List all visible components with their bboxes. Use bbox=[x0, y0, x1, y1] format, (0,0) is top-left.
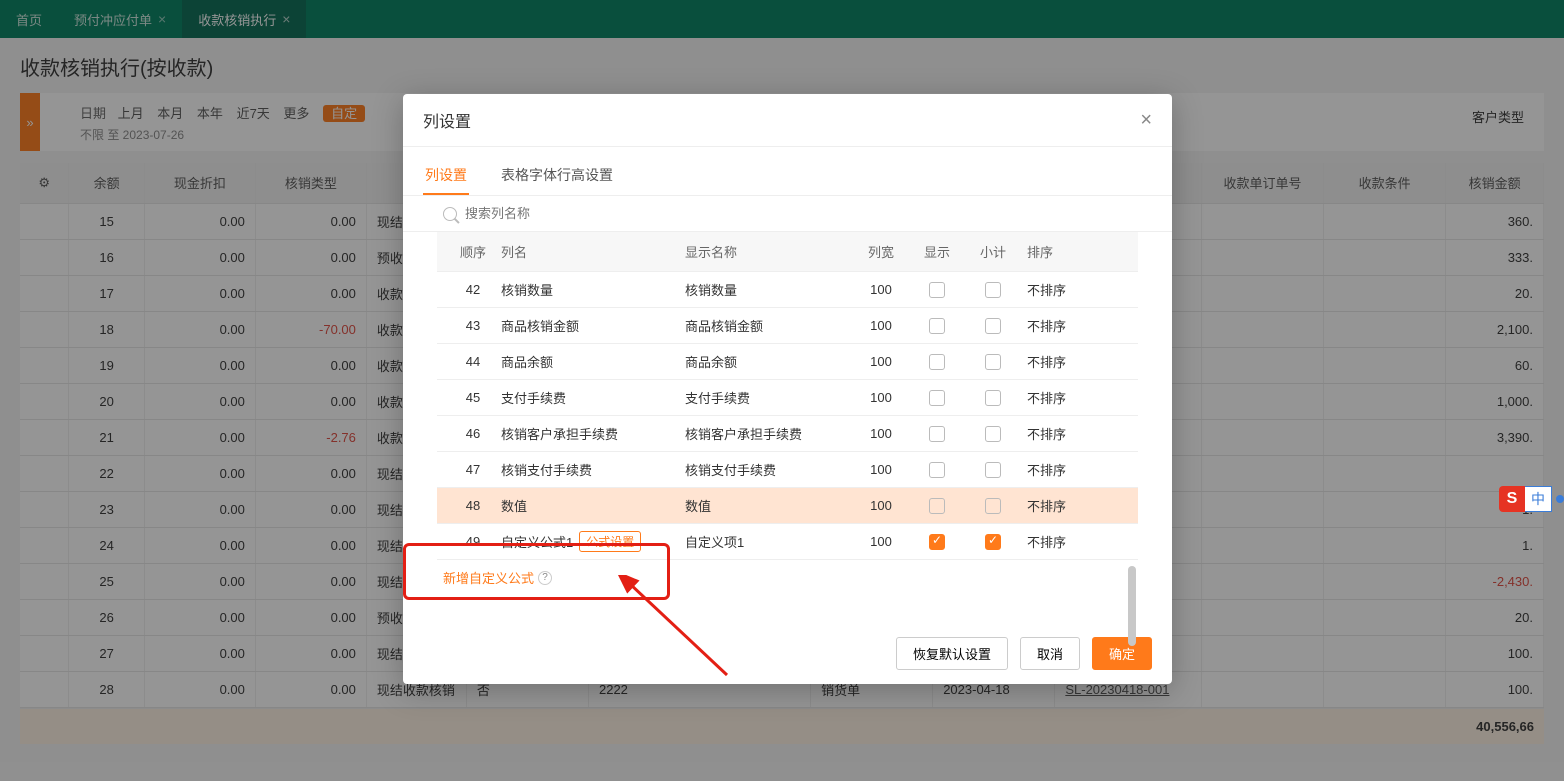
ime-indicator: S 中 bbox=[1499, 486, 1564, 512]
subtotal-checkbox[interactable] bbox=[985, 426, 1001, 442]
show-checkbox[interactable] bbox=[929, 498, 945, 514]
subtotal-checkbox[interactable] bbox=[985, 462, 1001, 478]
ime-dot bbox=[1556, 495, 1564, 503]
modal-scrollbar[interactable] bbox=[1128, 566, 1136, 646]
modal-column-row[interactable]: 49自定义公式1公式设置自定义项1100不排序 bbox=[437, 524, 1138, 560]
column-settings-modal: 列设置 × 列设置 表格字体行高设置 顺序 列名 显示名称 列宽 显示 小计 排… bbox=[403, 94, 1172, 684]
search-input[interactable] bbox=[465, 206, 1132, 221]
search-icon bbox=[443, 207, 457, 221]
show-checkbox[interactable] bbox=[929, 462, 945, 478]
subtotal-checkbox[interactable] bbox=[985, 390, 1001, 406]
formula-settings-button[interactable]: 公式设置 bbox=[579, 531, 641, 552]
sort-select[interactable]: 不排序 bbox=[1021, 352, 1091, 371]
modal-column-row[interactable]: 48数值数值100不排序 bbox=[437, 488, 1138, 524]
modal-close-button[interactable]: × bbox=[1140, 109, 1152, 132]
subtotal-checkbox[interactable] bbox=[985, 534, 1001, 550]
show-checkbox[interactable] bbox=[929, 390, 945, 406]
ime-logo: S bbox=[1499, 486, 1525, 512]
modal-search bbox=[403, 196, 1172, 232]
ok-button[interactable]: 确定 bbox=[1092, 637, 1152, 670]
modal-title: 列设置 bbox=[423, 108, 471, 132]
show-checkbox[interactable] bbox=[929, 354, 945, 370]
modal-column-row[interactable]: 45支付手续费支付手续费100不排序 bbox=[437, 380, 1138, 416]
sort-select[interactable]: 不排序 bbox=[1021, 316, 1091, 335]
subtotal-checkbox[interactable] bbox=[985, 498, 1001, 514]
modal-column-row[interactable]: 46核销客户承担手续费核销客户承担手续费100不排序 bbox=[437, 416, 1138, 452]
sort-select[interactable]: 不排序 bbox=[1021, 460, 1091, 479]
show-checkbox[interactable] bbox=[929, 426, 945, 442]
sort-select[interactable]: 不排序 bbox=[1021, 388, 1091, 407]
modal-tab-font[interactable]: 表格字体行高设置 bbox=[499, 157, 615, 195]
modal-column-row[interactable]: 42核销数量核销数量100不排序 bbox=[437, 272, 1138, 308]
show-checkbox[interactable] bbox=[929, 318, 945, 334]
modal-column-row[interactable]: 44商品余额商品余额100不排序 bbox=[437, 344, 1138, 380]
sort-select[interactable]: 不排序 bbox=[1021, 532, 1091, 551]
subtotal-checkbox[interactable] bbox=[985, 282, 1001, 298]
add-formula-link[interactable]: 新增自定义公式? bbox=[443, 568, 1132, 587]
help-icon[interactable]: ? bbox=[538, 571, 552, 585]
reset-button[interactable]: 恢复默认设置 bbox=[896, 637, 1008, 670]
show-checkbox[interactable] bbox=[929, 534, 945, 550]
subtotal-checkbox[interactable] bbox=[985, 354, 1001, 370]
sort-select[interactable]: 不排序 bbox=[1021, 496, 1091, 515]
cancel-button[interactable]: 取消 bbox=[1020, 637, 1080, 670]
modal-column-row[interactable]: 47核销支付手续费核销支付手续费100不排序 bbox=[437, 452, 1138, 488]
show-checkbox[interactable] bbox=[929, 282, 945, 298]
subtotal-checkbox[interactable] bbox=[985, 318, 1001, 334]
modal-grid-header: 顺序 列名 显示名称 列宽 显示 小计 排序 bbox=[437, 232, 1138, 272]
sort-select[interactable]: 不排序 bbox=[1021, 280, 1091, 299]
modal-tab-columns[interactable]: 列设置 bbox=[423, 157, 469, 195]
modal-column-row[interactable]: 43商品核销金额商品核销金额100不排序 bbox=[437, 308, 1138, 344]
ime-mode: 中 bbox=[1525, 486, 1552, 512]
sort-select[interactable]: 不排序 bbox=[1021, 424, 1091, 443]
